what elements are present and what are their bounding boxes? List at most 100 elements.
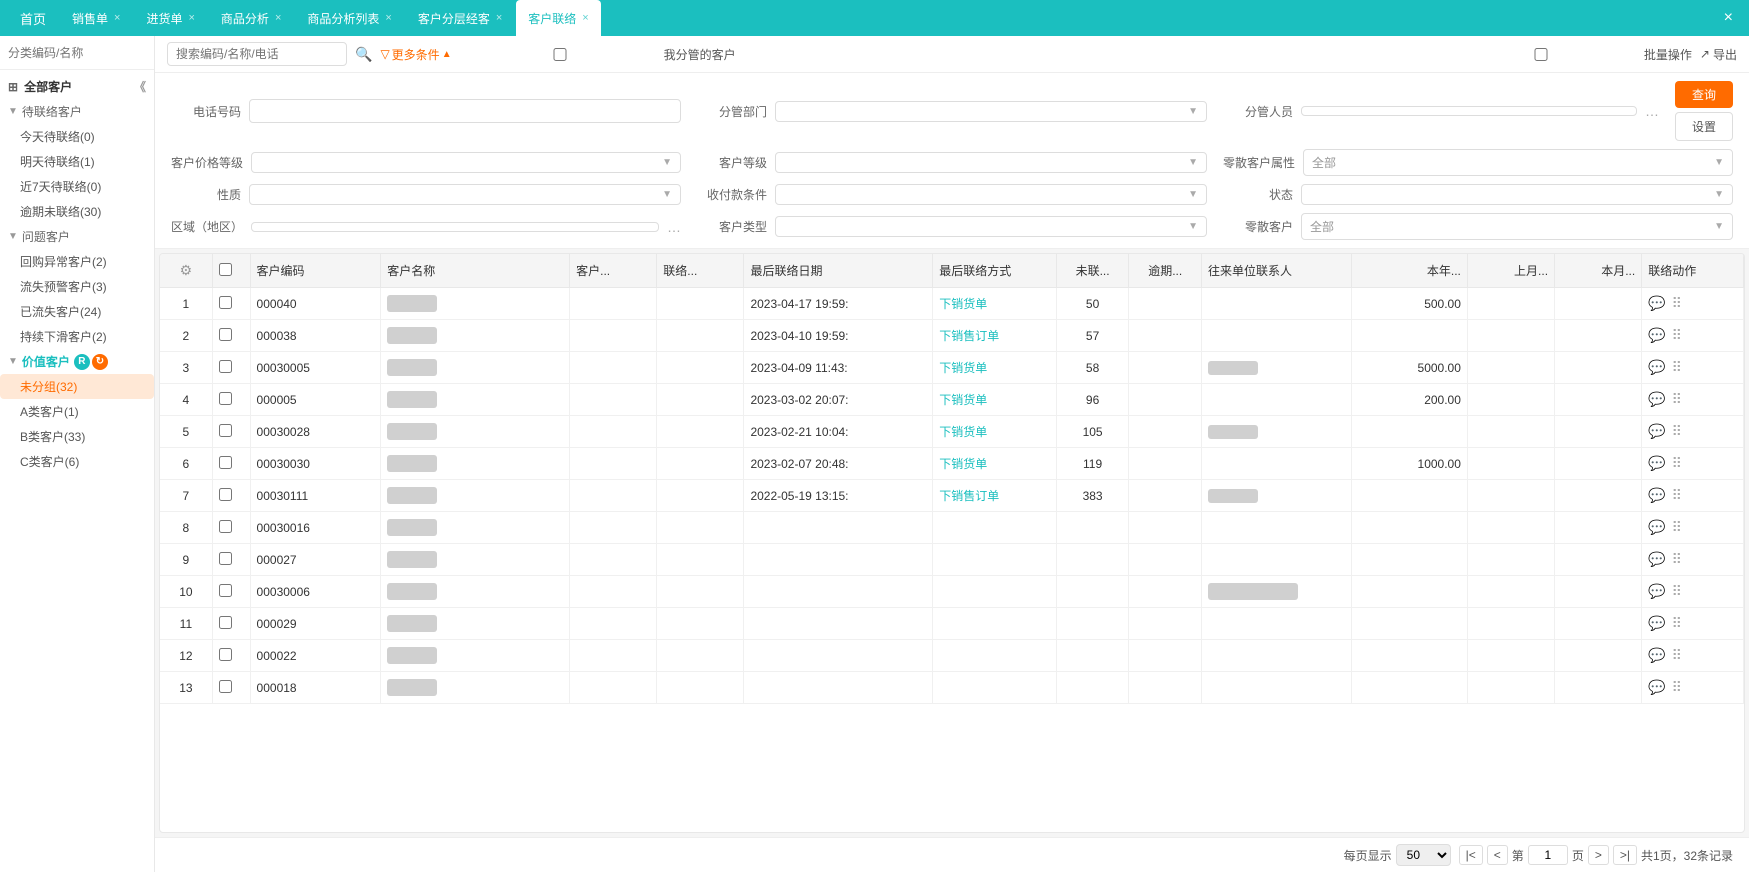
payment-select[interactable]: ▼ xyxy=(775,184,1207,205)
row-checkbox[interactable] xyxy=(219,424,232,437)
row-checkbox[interactable] xyxy=(219,392,232,405)
sidebar-item-today[interactable]: 今天待联络(0) xyxy=(0,124,154,149)
row-checkbox[interactable] xyxy=(219,456,232,469)
window-close-button[interactable]: × xyxy=(1716,9,1741,27)
row-last-method[interactable]: 下销售订单 xyxy=(933,480,1056,512)
chat-icon[interactable]: 💬 xyxy=(1648,615,1665,632)
customer-level-select[interactable]: ▼ xyxy=(775,152,1207,173)
chat-icon[interactable]: 💬 xyxy=(1648,487,1665,504)
th-checkbox[interactable] xyxy=(212,254,250,288)
price-level-select[interactable]: ▼ xyxy=(251,152,681,173)
more-action-icon[interactable]: ⠿ xyxy=(1672,583,1682,600)
chat-icon[interactable]: 💬 xyxy=(1648,295,1665,312)
nav-tab-sales[interactable]: 销售单 × xyxy=(60,0,132,36)
chat-icon[interactable]: 💬 xyxy=(1648,423,1665,440)
chat-icon[interactable]: 💬 xyxy=(1648,359,1665,376)
my-customers-checkbox[interactable]: 我分管的客户 xyxy=(460,46,736,63)
row-last-method[interactable]: 下销售订单 xyxy=(933,320,1056,352)
row-checkbox[interactable] xyxy=(219,616,232,629)
row-checkbox-cell[interactable] xyxy=(212,416,250,448)
row-last-method[interactable]: 下销货单 xyxy=(933,448,1056,480)
nav-tab-purchase[interactable]: 进货单 × xyxy=(134,0,206,36)
row-checkbox[interactable] xyxy=(219,328,232,341)
row-last-method[interactable]: 下销货单 xyxy=(933,416,1056,448)
method-link[interactable]: 下销货单 xyxy=(939,393,987,407)
sidebar-item-class-a[interactable]: A类客户(1) xyxy=(0,399,154,424)
chat-icon[interactable]: 💬 xyxy=(1648,327,1665,344)
row-checkbox-cell[interactable] xyxy=(212,608,250,640)
more-action-icon[interactable]: ⠿ xyxy=(1672,647,1682,664)
row-checkbox-cell[interactable] xyxy=(212,512,250,544)
sidebar-collapse-btn[interactable]: 《 xyxy=(134,78,146,95)
sidebar-item-class-c[interactable]: C类客户(6) xyxy=(0,449,154,474)
more-conditions-btn[interactable]: ▽ 更多条件 ▲ xyxy=(380,46,451,63)
row-checkbox-cell[interactable] xyxy=(212,640,250,672)
row-checkbox[interactable] xyxy=(219,296,232,309)
phone-input[interactable] xyxy=(249,99,681,123)
region-select[interactable] xyxy=(251,222,659,232)
row-checkbox-cell[interactable] xyxy=(212,672,250,704)
row-last-method[interactable]: 下销货单 xyxy=(933,384,1056,416)
close-contact-tab[interactable]: × xyxy=(582,12,588,24)
export-btn[interactable]: ↗ 导出 xyxy=(1700,46,1737,63)
row-checkbox[interactable] xyxy=(219,648,232,661)
sidebar-item-abnormal[interactable]: 回购异常客户(2) xyxy=(0,249,154,274)
method-link[interactable]: 下销货单 xyxy=(939,361,987,375)
row-checkbox[interactable] xyxy=(219,552,232,565)
row-checkbox[interactable] xyxy=(219,680,232,693)
row-checkbox[interactable] xyxy=(219,584,232,597)
sidebar-item-tomorrow[interactable]: 明天待联络(1) xyxy=(0,149,154,174)
nav-tab-goods-analysis[interactable]: 商品分析 × xyxy=(209,0,293,36)
next-page-btn[interactable]: > xyxy=(1588,845,1609,865)
gender-select[interactable]: ▼ xyxy=(249,184,681,205)
retail-customer-select[interactable]: 全部 ▼ xyxy=(1301,213,1733,240)
more-action-icon[interactable]: ⠿ xyxy=(1672,519,1682,536)
sidebar-group-problem[interactable]: ▼ 问题客户 xyxy=(0,224,154,249)
batch-operation-btn[interactable]: 批量操作 xyxy=(1441,46,1692,63)
sidebar-item-low-freq[interactable]: 持续下滑客户(2) xyxy=(0,324,154,349)
th-settings[interactable]: ⚙ xyxy=(160,254,212,288)
my-customers-check[interactable] xyxy=(460,48,660,61)
row-checkbox-cell[interactable] xyxy=(212,576,250,608)
reset-button[interactable]: 设置 xyxy=(1675,112,1733,141)
more-action-icon[interactable]: ⠿ xyxy=(1672,423,1682,440)
more-action-icon[interactable]: ⠿ xyxy=(1672,551,1682,568)
more-action-icon[interactable]: ⠿ xyxy=(1672,327,1682,344)
method-link[interactable]: 下销货单 xyxy=(939,457,987,471)
sidebar-group-pending[interactable]: ▼ 待联络客户 xyxy=(0,99,154,124)
method-link[interactable]: 下销货单 xyxy=(939,425,987,439)
sidebar-item-unclassified[interactable]: 未分组(32) xyxy=(0,374,154,399)
nav-tab-customer-segment[interactable]: 客户分层经客 × xyxy=(406,0,514,36)
row-checkbox[interactable] xyxy=(219,520,232,533)
method-link[interactable]: 下销售订单 xyxy=(939,489,999,503)
first-page-btn[interactable]: |< xyxy=(1459,845,1483,865)
per-page-select[interactable]: 50 100 200 xyxy=(1396,844,1451,866)
page-number-input[interactable] xyxy=(1528,845,1568,865)
chat-icon[interactable]: 💬 xyxy=(1648,679,1665,696)
row-checkbox-cell[interactable] xyxy=(212,544,250,576)
more-action-icon[interactable]: ⠿ xyxy=(1672,391,1682,408)
row-checkbox-cell[interactable] xyxy=(212,480,250,512)
row-checkbox-cell[interactable] xyxy=(212,448,250,480)
method-link[interactable]: 下销售订单 xyxy=(939,329,999,343)
row-last-method[interactable]: 下销货单 xyxy=(933,352,1056,384)
method-link[interactable]: 下销货单 xyxy=(939,297,987,311)
sidebar-item-class-b[interactable]: B类客户(33) xyxy=(0,424,154,449)
chat-icon[interactable]: 💬 xyxy=(1648,391,1665,408)
close-goods-analysis-tab[interactable]: × xyxy=(275,12,281,24)
staff-more-btn[interactable]: … xyxy=(1645,103,1659,119)
sidebar-group-value[interactable]: ▼ 价值客户 R ↻ xyxy=(0,349,154,374)
batch-check[interactable] xyxy=(1441,48,1641,61)
search-input[interactable] xyxy=(167,42,347,66)
row-last-method[interactable]: 下销货单 xyxy=(933,288,1056,320)
chat-icon[interactable]: 💬 xyxy=(1648,551,1665,568)
settings-icon[interactable]: ⚙ xyxy=(180,262,193,278)
close-segment-tab[interactable]: × xyxy=(496,12,502,24)
more-action-icon[interactable]: ⠿ xyxy=(1672,455,1682,472)
value-refresh-badge[interactable]: ↻ xyxy=(92,354,108,370)
row-checkbox-cell[interactable] xyxy=(212,384,250,416)
close-goods-list-tab[interactable]: × xyxy=(385,12,391,24)
close-purchase-tab[interactable]: × xyxy=(188,12,194,24)
row-checkbox[interactable] xyxy=(219,488,232,501)
query-button[interactable]: 查询 xyxy=(1675,81,1733,108)
